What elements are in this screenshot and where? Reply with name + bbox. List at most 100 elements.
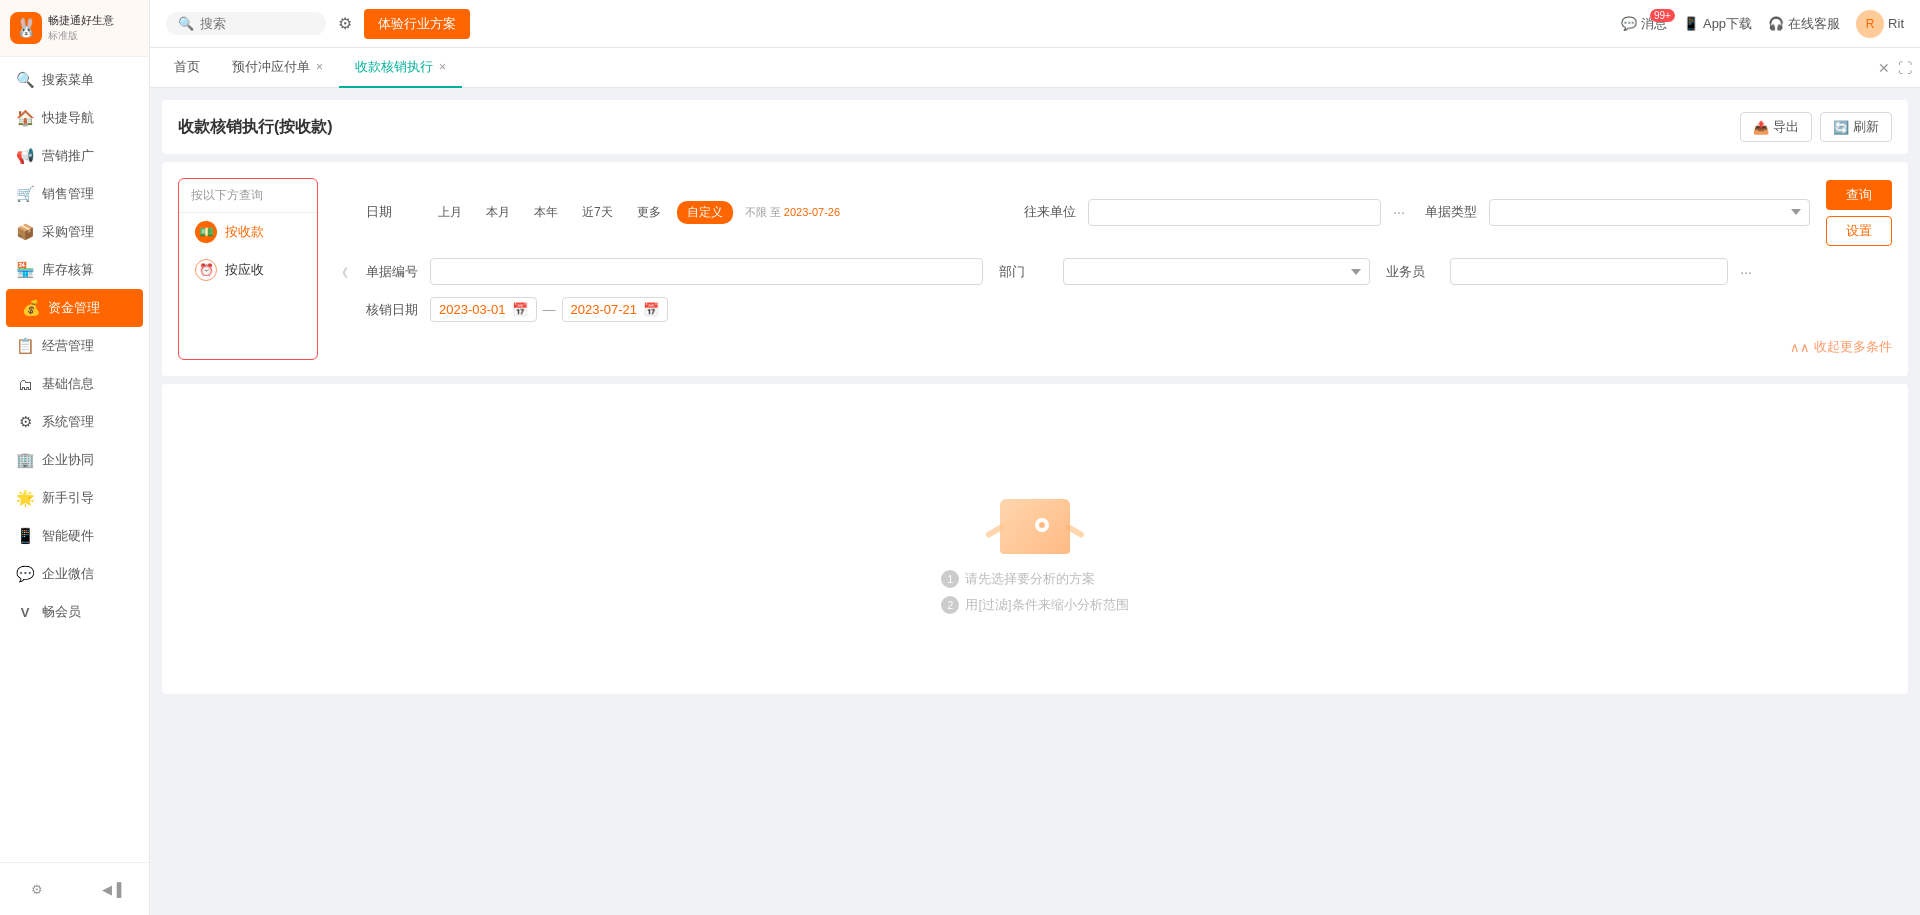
- salesperson-more-btn[interactable]: ···: [1736, 260, 1756, 284]
- search-menu-icon: 🔍: [16, 71, 34, 89]
- settings-bottom-btn[interactable]: ⚙: [19, 871, 55, 907]
- date-range-end[interactable]: 2023-07-21 📅: [562, 297, 669, 322]
- sidebar-item-label: 搜索菜单: [42, 71, 94, 89]
- topbar-left: 🔍 ⚙ 体验行业方案: [166, 9, 470, 39]
- sidebar-item-label: 基础信息: [42, 375, 94, 393]
- collapse-more-conditions-btn[interactable]: ∧∧ 收起更多条件: [366, 334, 1892, 360]
- sales-icon: 🛒: [16, 185, 34, 203]
- doctype-select[interactable]: [1489, 199, 1810, 226]
- page-header: 收款核销执行(按收款) 📤 导出 🔄 刷新: [162, 100, 1908, 154]
- tab-close-icon[interactable]: ×: [316, 60, 323, 74]
- date-filter-options: 上月 本月 本年 近7天 更多 自定义 不限 至 2023-07-26: [430, 201, 840, 224]
- member-icon: V: [16, 605, 34, 620]
- sidebar-item-system[interactable]: ⚙ 系统管理: [0, 403, 149, 441]
- search-input[interactable]: [200, 16, 300, 31]
- collapse-filter-btn[interactable]: 《: [330, 178, 354, 360]
- hint-num-2: 2: [941, 596, 959, 614]
- date-label: 日期: [366, 203, 422, 221]
- sidebar-item-wechat[interactable]: 💬 企业微信: [0, 555, 149, 593]
- message-badge: 99+: [1650, 9, 1675, 22]
- refresh-button[interactable]: 🔄 刷新: [1820, 112, 1892, 142]
- maximize-tab-btn[interactable]: ⛶: [1898, 60, 1912, 76]
- hint-num-1: 1: [941, 570, 959, 588]
- sidebar-item-guide[interactable]: 🌟 新手引导: [0, 479, 149, 517]
- custom-date-btn[interactable]: 自定义: [677, 201, 733, 224]
- filter-selector-title: 按以下方查询: [179, 187, 317, 213]
- sidebar-item-business[interactable]: 📋 经营管理: [0, 327, 149, 365]
- sidebar-item-label: 资金管理: [48, 299, 100, 317]
- tab-close-icon2[interactable]: ×: [439, 60, 446, 74]
- export-label: 导出: [1773, 118, 1799, 136]
- sidebar-item-label: 系统管理: [42, 413, 94, 431]
- salesperson-filter-field: 业务员 ···: [1386, 258, 1756, 285]
- system-icon: ⚙: [16, 413, 34, 431]
- user-menu[interactable]: R Rit: [1856, 10, 1904, 38]
- salesperson-input[interactable]: [1450, 258, 1729, 285]
- sidebar-item-label: 库存核算: [42, 261, 94, 279]
- counterpart-label: 往来单位: [1024, 203, 1080, 221]
- export-button[interactable]: 📤 导出: [1740, 112, 1812, 142]
- refresh-label: 刷新: [1853, 118, 1879, 136]
- last-month-btn[interactable]: 上月: [430, 201, 470, 224]
- date-range-start[interactable]: 2023-03-01 📅: [430, 297, 537, 322]
- filter-option-by-receipt[interactable]: 💵 按收款: [179, 213, 317, 251]
- sidebar-item-inventory[interactable]: 🏪 库存核算: [0, 251, 149, 289]
- sidebar-item-member[interactable]: V 畅会员: [0, 593, 149, 631]
- date-range-picker: 2023-03-01 📅 — 2023-07-21 📅: [430, 297, 668, 322]
- sidebar-item-hardware[interactable]: 📱 智能硬件: [0, 517, 149, 555]
- sidebar-item-finance[interactable]: 💰 资金管理: [6, 289, 143, 327]
- industry-solution-button[interactable]: 体验行业方案: [364, 9, 470, 39]
- tab-home[interactable]: 首页: [158, 48, 216, 88]
- finance-icon: 💰: [22, 299, 40, 317]
- counterpart-input[interactable]: [1088, 199, 1381, 226]
- filter-option-by-receivable[interactable]: ⏰ 按应收: [179, 251, 317, 289]
- verification-date-label: 核销日期: [366, 301, 422, 319]
- tab-verification[interactable]: 收款核销执行 ×: [339, 48, 462, 88]
- app-download-btn[interactable]: 📱 App下载: [1683, 15, 1752, 33]
- hint-text-1: 请先选择要分析的方案: [965, 570, 1095, 588]
- sidebar-item-label: 智能硬件: [42, 527, 94, 545]
- marketing-icon: 📢: [16, 147, 34, 165]
- more-date-btn[interactable]: 更多: [629, 201, 669, 224]
- message-btn[interactable]: 💬 消息 99+: [1621, 15, 1667, 33]
- sidebar-item-marketing[interactable]: 📢 营销推广: [0, 137, 149, 175]
- sidebar-item-label: 新手引导: [42, 489, 94, 507]
- export-icon: 📤: [1753, 120, 1769, 135]
- sidebar-item-sales[interactable]: 🛒 销售管理: [0, 175, 149, 213]
- this-year-btn[interactable]: 本年: [526, 201, 566, 224]
- sidebar: 🐰 畅捷通好生意 标准版 🔍 搜索菜单 🏠 快捷导航 📢 营销推广 🛒 销售管理…: [0, 0, 150, 915]
- close-tab-btn[interactable]: ✕: [1878, 60, 1890, 76]
- refresh-icon: 🔄: [1833, 120, 1849, 135]
- dept-select[interactable]: [1063, 258, 1369, 285]
- sidebar-item-search[interactable]: 🔍 搜索菜单: [0, 61, 149, 99]
- sidebar-bottom: ⚙ ◀▐: [0, 862, 149, 915]
- sidebar-item-purchase[interactable]: 📦 采购管理: [0, 213, 149, 251]
- this-month-btn[interactable]: 本月: [478, 201, 518, 224]
- sidebar-item-enterprise[interactable]: 🏢 企业协同: [0, 441, 149, 479]
- filter-row-1: 日期 上月 本月 本年 近7天 更多 自定义 不限 至: [366, 178, 1892, 246]
- counterpart-more-btn[interactable]: ···: [1389, 200, 1409, 224]
- empty-hint-2: 2 用[过滤]条件来缩小分析范围: [941, 596, 1128, 614]
- sidebar-item-label: 销售管理: [42, 185, 94, 203]
- hardware-icon: 📱: [16, 527, 34, 545]
- settings-button[interactable]: 设置: [1826, 216, 1892, 246]
- sidebar-item-base[interactable]: 🗂 基础信息: [0, 365, 149, 403]
- query-button[interactable]: 查询: [1826, 180, 1892, 210]
- dept-filter-field: 部门: [999, 258, 1369, 285]
- sidebar-item-label: 企业协同: [42, 451, 94, 469]
- calendar-icon-end: 📅: [643, 302, 659, 317]
- doctype-label: 单据类型: [1425, 203, 1481, 221]
- app-icon: 📱: [1683, 16, 1699, 31]
- collapse-sidebar-btn[interactable]: ◀▐: [94, 871, 130, 907]
- date-end-value: 2023-07-21: [571, 302, 638, 317]
- sidebar-nav: 🔍 搜索菜单 🏠 快捷导航 📢 营销推广 🛒 销售管理 📦 采购管理 🏪 库存核…: [0, 57, 149, 862]
- sidebar-item-quicknav[interactable]: 🏠 快捷导航: [0, 99, 149, 137]
- online-service-btn[interactable]: 🎧 在线客服: [1768, 15, 1840, 33]
- empty-state-container: 1 请先选择要分析的方案 2 用[过滤]条件来缩小分析范围: [162, 384, 1908, 694]
- topbar-search-box[interactable]: 🔍: [166, 12, 326, 35]
- tab-prepayment[interactable]: 预付冲应付单 ×: [216, 48, 339, 88]
- gear-icon[interactable]: ⚙: [338, 14, 352, 33]
- docno-input[interactable]: [430, 258, 983, 285]
- base-icon: 🗂: [16, 376, 34, 393]
- last-7-days-btn[interactable]: 近7天: [574, 201, 621, 224]
